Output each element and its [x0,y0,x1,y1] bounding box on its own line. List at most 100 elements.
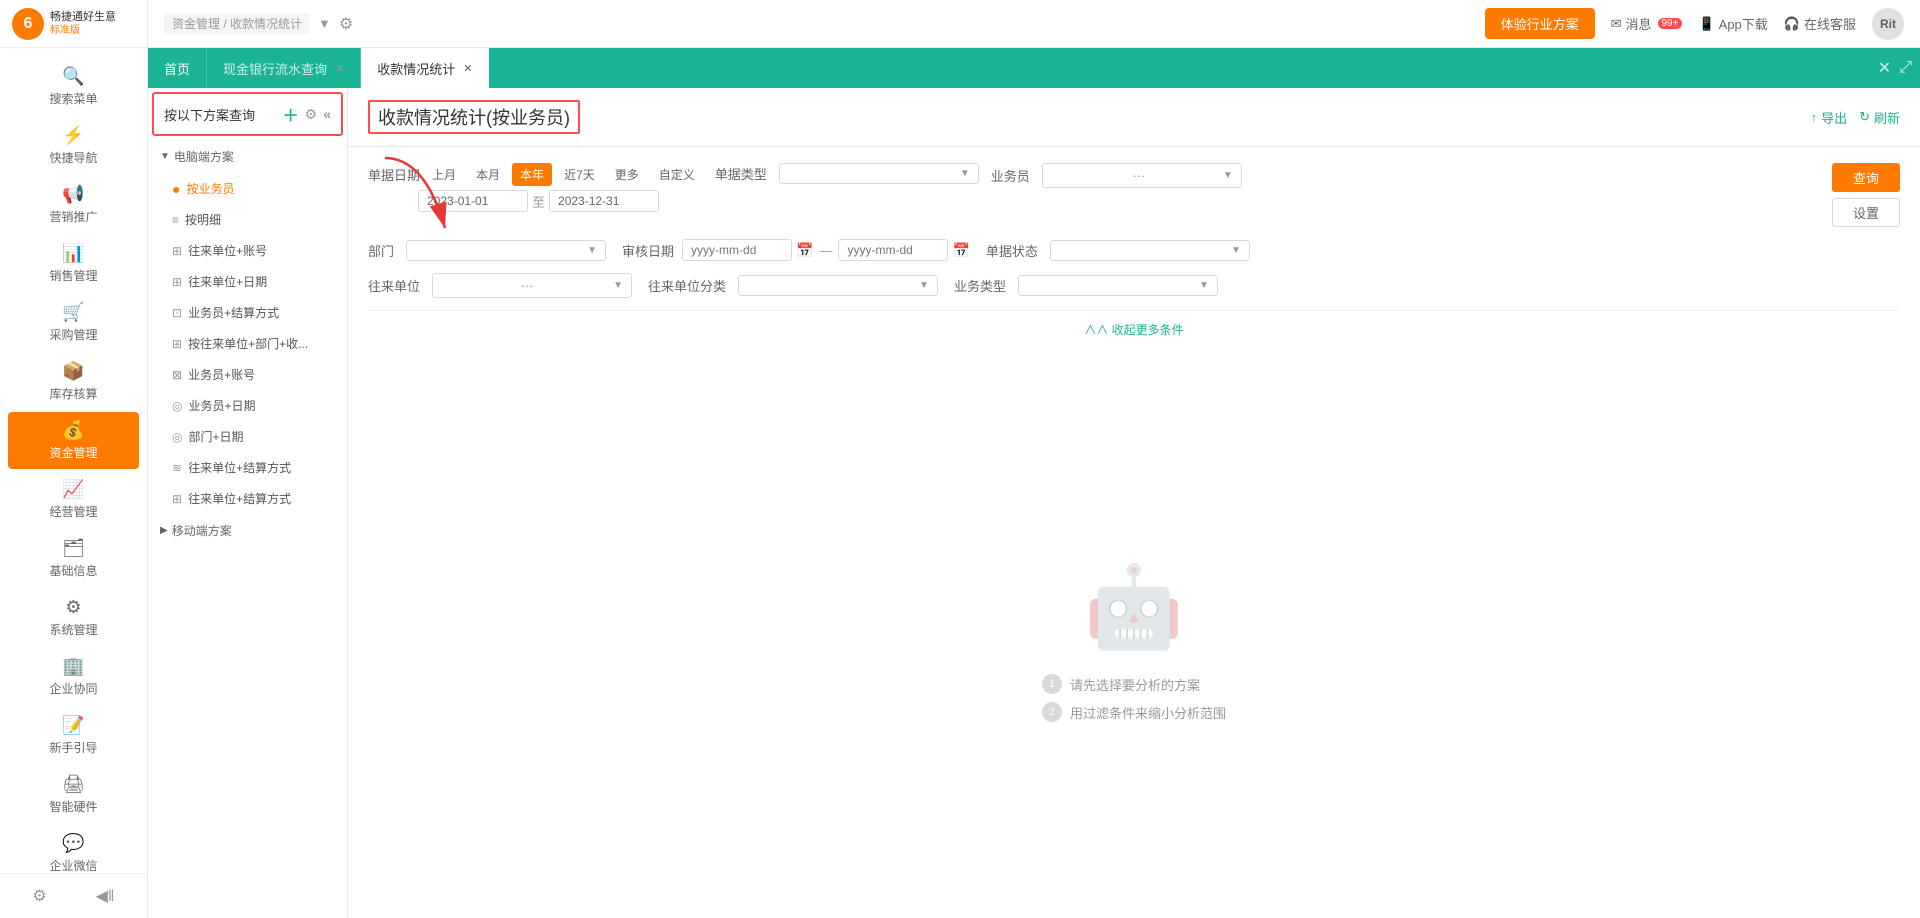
sidebar-item-purchase[interactable]: 🛒 采购管理 [8,294,139,351]
date-to-input[interactable] [549,190,659,212]
biz-type-dropdown[interactable]: ▼ [1018,275,1218,296]
refresh-btn[interactable]: ↻ 刷新 [1859,108,1900,127]
date-btn-custom[interactable]: 自定义 [651,163,703,186]
scheme-item-label: 业务员+日期 [188,397,255,414]
user-avatar[interactable]: Rit [1872,8,1904,40]
tab-collection-close[interactable]: ✕ [463,62,472,75]
doc-status-dropdown[interactable]: ▼ [1050,240,1250,261]
scheme-item-staff-account[interactable]: ⊠ 业务员+账号 [148,359,347,390]
inventory-icon: 📦 [62,361,84,382]
service-icon: 🎧 [1784,16,1800,32]
date-from-input[interactable] [418,190,528,212]
page-header: 收款情况统计(按业务员) ↑ 导出 ↻ 刷新 [348,88,1920,147]
page-header-right: ↑ 导出 ↻ 刷新 [1811,108,1900,127]
window-maximize-icon[interactable]: ⤢ [1899,59,1912,77]
scheme-item-counterpart-dept[interactable]: ⊞ 按往来单位+部门+收... [148,328,347,359]
scheme-item-dept-date[interactable]: ◎ 部门+日期 [148,421,347,452]
sidebar-item-wechat[interactable]: 💬 企业微信 [8,825,139,873]
online-service-btn[interactable]: 🎧 在线客服 [1784,14,1856,33]
scheme-add-icon[interactable]: ＋ [283,102,299,126]
scheme-group-desktop-title[interactable]: ▼ 电脑端方案 [148,140,347,173]
sidebar-item-inventory[interactable]: 📦 库存核算 [8,353,139,410]
tab-home[interactable]: 首页 [148,48,207,88]
counterpart-category-dropdown[interactable]: ▼ [738,275,938,296]
date-btn-7days[interactable]: 近7天 [556,163,603,186]
messages-btn[interactable]: ✉ 消息 99+ [1611,14,1683,33]
sidebar-item-search-menu[interactable]: 🔍 搜索菜单 [8,58,139,115]
staff-dropdown[interactable]: ··· ▼ [1042,163,1242,188]
sidebar-item-enterprise[interactable]: 🏢 企业协同 [8,648,139,705]
scheme-item-by-staff[interactable]: ● 按业务员 [148,173,347,204]
sidebar-item-sales[interactable]: 📊 销售管理 [8,235,139,292]
doc-status-filter-item: 单据状态 ▼ [986,240,1250,261]
sidebar-item-marketing[interactable]: 📢 营销推广 [8,176,139,233]
audit-date-from[interactable] [682,239,792,261]
date-btn-more[interactable]: 更多 [607,163,647,186]
scheme-item-counterpart-settlement2[interactable]: ⊞ 往来单位+结算方式 [148,483,347,514]
date-btn-last-month[interactable]: 上月 [424,163,464,186]
settings-btn[interactable]: 设置 [1832,198,1900,227]
audit-calendar-from-icon[interactable]: 📅 [796,242,813,259]
doc-status-label: 单据状态 [986,241,1038,260]
scheme-item-counterpart-settlement1[interactable]: ≋ 往来单位+结算方式 [148,452,347,483]
app-download-btn[interactable]: 📱 App下载 [1698,14,1767,33]
window-close-icon[interactable]: ✕ [1878,58,1891,78]
scheme-item-counterpart-date[interactable]: ⊞ 往来单位+日期 [148,266,347,297]
desktop-group-label: 电脑端方案 [174,148,234,165]
staff-label: 业务员 [991,166,1030,185]
dept-label: 部门 [368,241,394,260]
scheme-group-mobile-title[interactable]: ▶ 移动端方案 [148,514,347,547]
dept-date-icon: ◎ [172,430,182,444]
tab-collection[interactable]: 收款情况统计 ✕ [361,48,489,88]
quick-nav-icon: ⚡ [62,125,84,146]
export-btn[interactable]: ↑ 导出 [1811,108,1848,127]
sidebar-item-guide[interactable]: 📝 新手引导 [8,707,139,764]
marketing-icon: 📢 [62,184,84,205]
dropdown-icon[interactable]: ▼ [318,16,331,31]
query-btn[interactable]: 查询 [1832,163,1900,192]
counterpart-dropdown[interactable]: ··· ▼ [432,273,632,298]
sidebar-item-finance[interactable]: 💰 资金管理 [8,412,139,469]
sidebar-item-system[interactable]: ⚙ 系统管理 [8,589,139,646]
dept-dropdown[interactable]: ▼ [406,240,606,261]
sidebar-item-quick-nav[interactable]: ⚡ 快捷导航 [8,117,139,174]
sidebar-item-basic-info[interactable]: 🗂 基础信息 [8,530,139,587]
counterpart-more-icon[interactable]: ··· [521,278,534,293]
scheme-item-by-detail[interactable]: ≡ 按明细 [148,204,347,235]
counterpart-settlement1-icon: ≋ [172,461,182,475]
sidebar-item-operation[interactable]: 📈 经营管理 [8,471,139,528]
audit-calendar-to-icon[interactable]: 📅 [952,242,969,259]
search-menu-icon: 🔍 [62,66,84,87]
scheme-collapse-icon[interactable]: « [323,106,331,122]
collapse-bar[interactable]: ∧∧ 收起更多条件 [368,310,1900,348]
tab-bank-close[interactable]: ✕ [335,62,344,75]
scheme-item-counterpart-account[interactable]: ⊞ 往来单位+账号 [148,235,347,266]
settings-bottom-icon[interactable]: ⚙ [28,882,50,910]
doc-type-dropdown[interactable]: ▼ [779,163,979,184]
collapse-sidebar-icon[interactable]: ◀‖ [92,882,119,910]
tabbar: 首页 现金银行流水查询 ✕ 收款情况统计 ✕ ✕ ⤢ [148,48,1920,88]
page-content: 按以下方案查询 ＋ ⚙ « ▼ 电脑端方案 ● 按业务员 ≡ [148,88,1920,918]
trial-btn[interactable]: 体验行业方案 [1485,8,1595,39]
audit-date-to[interactable] [838,239,948,261]
tab-bank[interactable]: 现金银行流水查询 ✕ [207,48,361,88]
date-btn-this-year[interactable]: 本年 [512,163,552,186]
sidebar-item-smart-hw[interactable]: 🖨 智能硬件 [8,766,139,823]
settings-icon[interactable]: ⚙ [339,14,353,34]
scheme-gear-icon[interactable]: ⚙ [305,106,318,123]
sidebar-item-label: 企业微信 [49,857,97,873]
scheme-item-staff-date[interactable]: ◎ 业务员+日期 [148,390,347,421]
staff-arrow: ▼ [1223,170,1233,181]
scheme-item-staff-settlement[interactable]: ⊡ 业务员+结算方式 [148,297,347,328]
filter-area: 单据日期 上月 本月 本年 近7天 更多 自定义 [348,147,1920,364]
date-btn-this-month[interactable]: 本月 [468,163,508,186]
operation-icon: 📈 [62,479,84,500]
sidebar-bottom: ⚙ ◀‖ [0,873,147,918]
sales-icon: 📊 [62,243,84,264]
basic-info-icon: 🗂 [62,538,85,559]
audit-date-filter-item: 审核日期 📅 — 📅 [622,239,970,261]
staff-more-icon[interactable]: ··· [1132,168,1145,183]
messages-label: 消息 [1625,14,1651,33]
scheme-panel: 按以下方案查询 ＋ ⚙ « ▼ 电脑端方案 ● 按业务员 ≡ [148,88,348,918]
date-shortcut-buttons: 上月 本月 本年 近7天 更多 自定义 [424,163,703,186]
